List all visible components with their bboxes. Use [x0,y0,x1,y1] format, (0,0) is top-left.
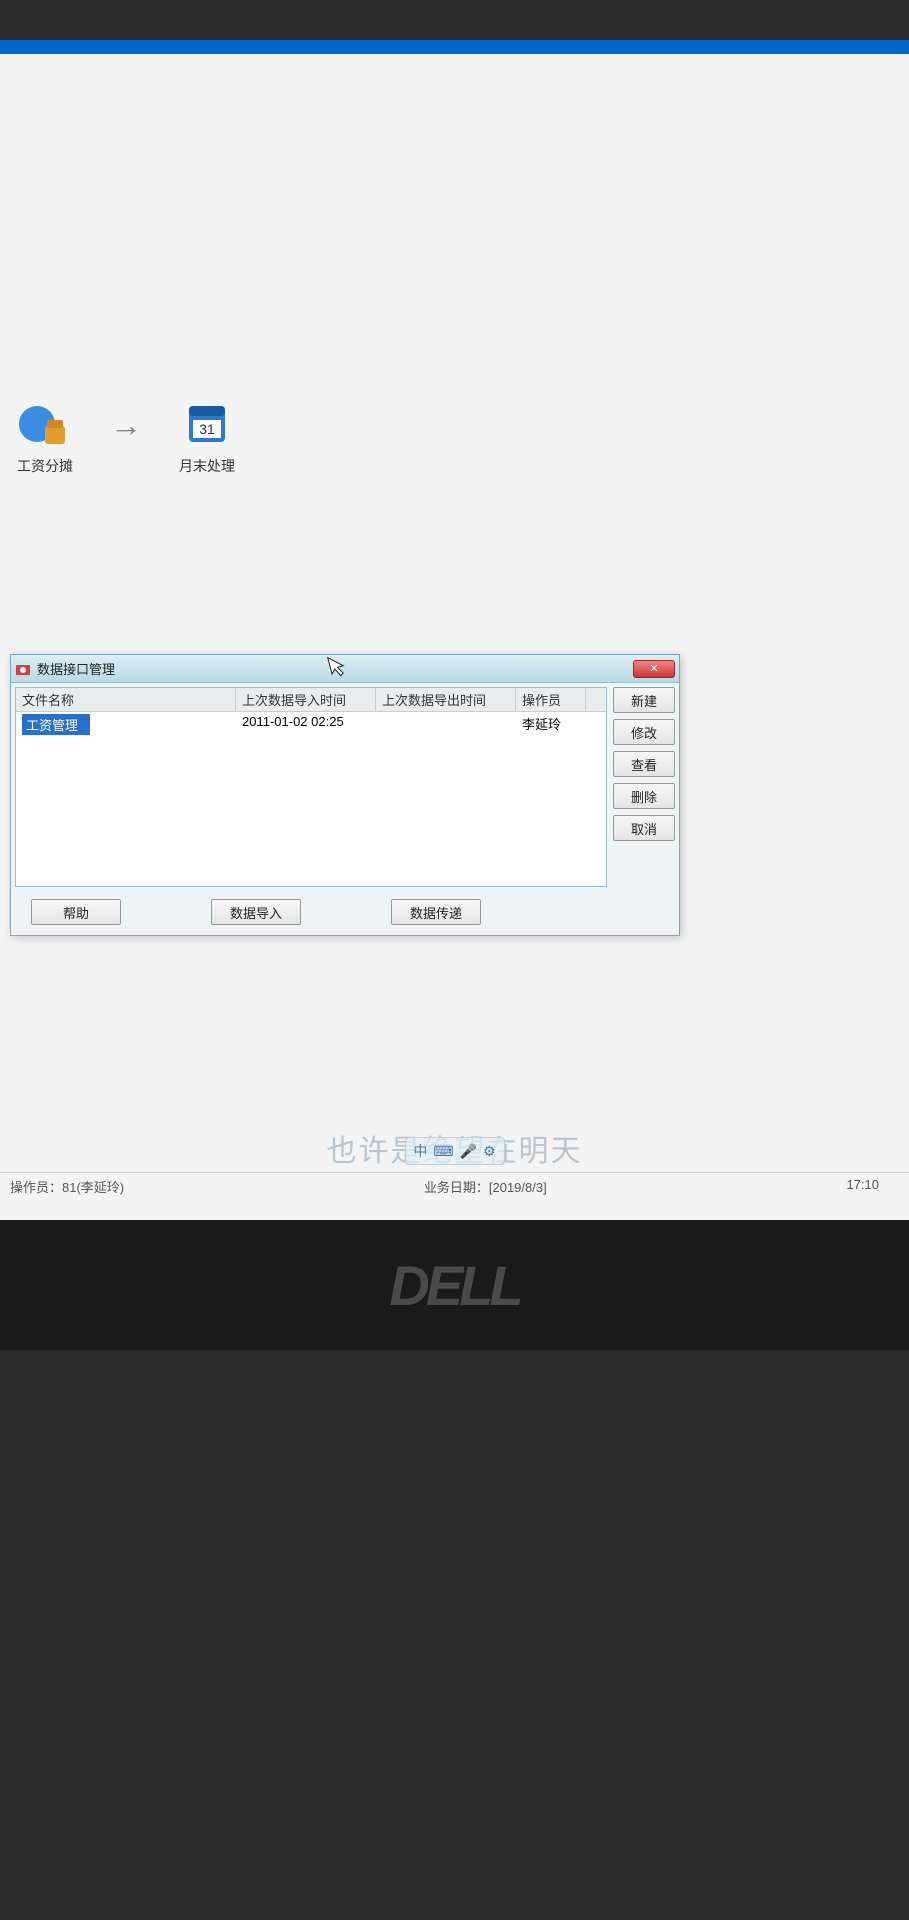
desktop: 工资分摊 → 31 月末处理 数据接口管理 ✕ [0,54,909,1220]
data-interface-dialog: 数据接口管理 ✕ 文件名称 上次数据导入时间 上次数据导出时间 操作员 工资管理… [10,654,680,936]
cancel-button[interactable]: 取消 [613,815,675,841]
svg-text:31: 31 [199,421,215,437]
status-business-date: 业务日期：[2019/8/3] [124,1177,846,1196]
cell-operator: 李延玲 [516,712,586,737]
status-time: 17:10 [846,1177,899,1196]
salary-allocation-icon [17,394,73,450]
desktop-icon-label: 工资分摊 [17,456,73,476]
data-import-button[interactable]: 数据导入 [211,899,301,925]
dialog-title: 数据接口管理 [37,659,633,678]
view-button[interactable]: 查看 [613,751,675,777]
ime-keyboard-icon[interactable]: ⌨ [433,1143,453,1160]
cell-import-time: 2011-01-02 02:25 [236,712,376,737]
dialog-titlebar[interactable]: 数据接口管理 ✕ [11,655,679,683]
table-header: 文件名称 上次数据导入时间 上次数据导出时间 操作员 [16,688,606,712]
dell-logo: DELL [389,1253,519,1318]
col-header-filename[interactable]: 文件名称 [16,688,236,711]
delete-button[interactable]: 删除 [613,783,675,809]
desktop-icon-salary-allocation[interactable]: 工资分摊 [0,394,90,476]
status-bar: 操作员：81(李延玲) 业务日期：[2019/8/3] 17:10 [0,1172,909,1200]
calendar-icon: 31 [179,394,235,450]
desktop-icons-row: 工资分摊 → 31 月末处理 [0,394,252,476]
monitor-bezel: DELL [0,1220,909,1350]
edit-button[interactable]: 修改 [613,719,675,745]
dialog-icon [15,661,31,677]
ime-mic-icon[interactable]: 🎤 [460,1143,477,1160]
help-button[interactable]: 帮助 [31,899,121,925]
data-transfer-button[interactable]: 数据传递 [391,899,481,925]
ime-lang-indicator[interactable]: 中 [413,1141,427,1161]
side-button-panel: 新建 修改 查看 删除 取消 [607,687,675,887]
ime-toolbar[interactable]: 中 ⌨ 🎤 ⚙ [404,1137,504,1165]
cell-filename: 工资管理 [22,714,90,735]
col-header-import-time[interactable]: 上次数据导入时间 [236,688,376,711]
close-icon: ✕ [649,662,658,675]
table-row[interactable]: 工资管理 2011-01-02 02:25 李延玲 [16,712,606,737]
col-header-export-time[interactable]: 上次数据导出时间 [376,688,516,711]
dialog-footer: 帮助 数据导入 数据传递 [11,891,679,935]
cell-export-time [376,712,516,737]
desktop-icon-label: 月末处理 [179,456,235,476]
arrow-icon: → [110,407,142,444]
data-table[interactable]: 文件名称 上次数据导入时间 上次数据导出时间 操作员 工资管理 2011-01-… [15,687,607,887]
close-button[interactable]: ✕ [633,660,675,678]
status-operator: 操作员：81(李延玲) [10,1177,124,1196]
desktop-icon-month-end[interactable]: 31 月末处理 [162,394,252,476]
ime-settings-icon[interactable]: ⚙ [483,1143,496,1160]
new-button[interactable]: 新建 [613,687,675,713]
col-header-operator[interactable]: 操作员 [516,688,586,711]
